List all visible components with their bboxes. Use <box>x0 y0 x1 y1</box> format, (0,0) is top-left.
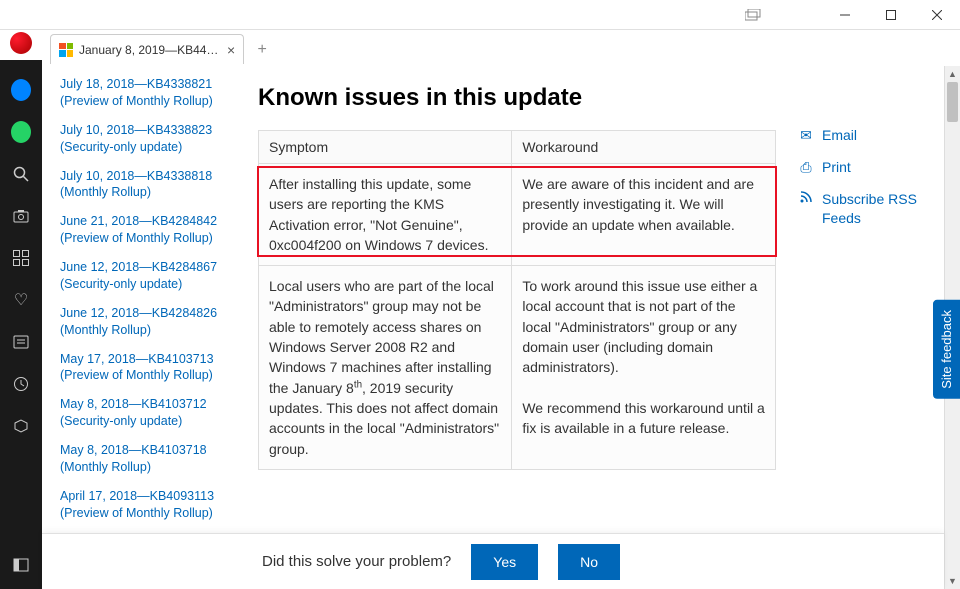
extensions-sidebar-icon[interactable] <box>11 416 31 436</box>
minimize-button[interactable] <box>822 0 868 30</box>
nav-link[interactable]: June 12, 2018—KB4284826 (Monthly Rollup) <box>60 305 230 339</box>
nav-link[interactable]: July 18, 2018—KB4338821 (Preview of Mont… <box>60 76 230 110</box>
close-window-button[interactable] <box>914 0 960 30</box>
close-tab-icon[interactable]: × <box>227 42 235 58</box>
bookmarks-sidebar-icon[interactable]: ♡ <box>11 290 31 310</box>
search-sidebar-icon[interactable] <box>11 164 31 184</box>
sidebar-toggle-icon[interactable] <box>11 555 31 575</box>
nav-link[interactable]: May 8, 2018—KB4103718 (Monthly Rollup) <box>60 442 230 476</box>
article-actions: ✉Email ⎙Print Subscribe RSS Feeds <box>784 66 944 589</box>
browser-tab[interactable]: January 8, 2019—KB4480960 × <box>50 34 244 64</box>
nav-link[interactable]: July 10, 2018—KB4338818 (Monthly Rollup) <box>60 168 230 202</box>
column-header-workaround: Workaround <box>512 131 776 164</box>
feedback-bottom-bar: Did this solve your problem? Yes No <box>42 533 944 589</box>
messenger-sidebar-icon[interactable] <box>11 80 31 100</box>
nav-link[interactable]: May 8, 2018—KB4103712 (Security-only upd… <box>60 396 230 430</box>
snapshot-tool-icon[interactable] <box>730 0 776 30</box>
opera-menu-button[interactable] <box>10 32 32 54</box>
known-issues-table: Symptom Workaround After installing this… <box>258 130 776 470</box>
tab-bar: January 8, 2019—KB4480960 × + <box>0 30 960 64</box>
cell-symptom: After installing this update, some users… <box>259 164 512 266</box>
yes-button[interactable]: Yes <box>471 544 538 580</box>
rss-action[interactable]: Subscribe RSS Feeds <box>798 190 934 226</box>
history-sidebar-icon[interactable] <box>11 374 31 394</box>
print-action[interactable]: ⎙Print <box>798 158 934 176</box>
speeddial-sidebar-icon[interactable] <box>11 248 31 268</box>
feedback-question: Did this solve your problem? <box>262 553 451 570</box>
column-header-symptom: Symptom <box>259 131 512 164</box>
table-row: After installing this update, some users… <box>259 164 776 266</box>
page-heading: Known issues in this update <box>258 84 776 112</box>
opera-sidebar: ♡ <box>0 60 42 589</box>
email-icon: ✉ <box>798 126 814 144</box>
article-nav-sidebar: July 18, 2018—KB4338821 (Preview of Mont… <box>42 66 242 589</box>
scroll-down-icon[interactable]: ▼ <box>945 573 960 589</box>
nav-link[interactable]: May 17, 2018—KB4103713 (Preview of Month… <box>60 351 230 385</box>
no-button[interactable]: No <box>558 544 620 580</box>
new-tab-button[interactable]: + <box>248 36 276 64</box>
article-main: Known issues in this update Symptom Work… <box>242 66 784 589</box>
table-row: Local users who are part of the local "A… <box>259 266 776 470</box>
page-content: July 18, 2018—KB4338821 (Preview of Mont… <box>42 66 944 589</box>
cell-symptom: Local users who are part of the local "A… <box>259 266 512 470</box>
nav-link[interactable]: June 21, 2018—KB4284842 (Preview of Mont… <box>60 213 230 247</box>
cell-workaround: To work around this issue use either a l… <box>512 266 776 470</box>
nav-link[interactable]: July 10, 2018—KB4338823 (Security-only u… <box>60 122 230 156</box>
rss-icon <box>798 190 814 208</box>
news-sidebar-icon[interactable] <box>11 332 31 352</box>
scroll-thumb[interactable] <box>947 82 958 122</box>
site-feedback-tab[interactable]: Site feedback <box>933 300 960 399</box>
email-action[interactable]: ✉Email <box>798 126 934 144</box>
tab-title: January 8, 2019—KB4480960 <box>79 43 219 57</box>
cell-workaround: We are aware of this incident and are pr… <box>512 164 776 266</box>
maximize-button[interactable] <box>868 0 914 30</box>
nav-link[interactable]: June 12, 2018—KB4284867 (Security-only u… <box>60 259 230 293</box>
window-titlebar <box>0 0 960 30</box>
microsoft-favicon <box>59 43 73 57</box>
print-icon: ⎙ <box>798 158 814 176</box>
scroll-up-icon[interactable]: ▲ <box>945 66 960 82</box>
snapshot-sidebar-icon[interactable] <box>11 206 31 226</box>
whatsapp-sidebar-icon[interactable] <box>11 122 31 142</box>
nav-link[interactable]: April 17, 2018—KB4093113 (Preview of Mon… <box>60 488 230 522</box>
